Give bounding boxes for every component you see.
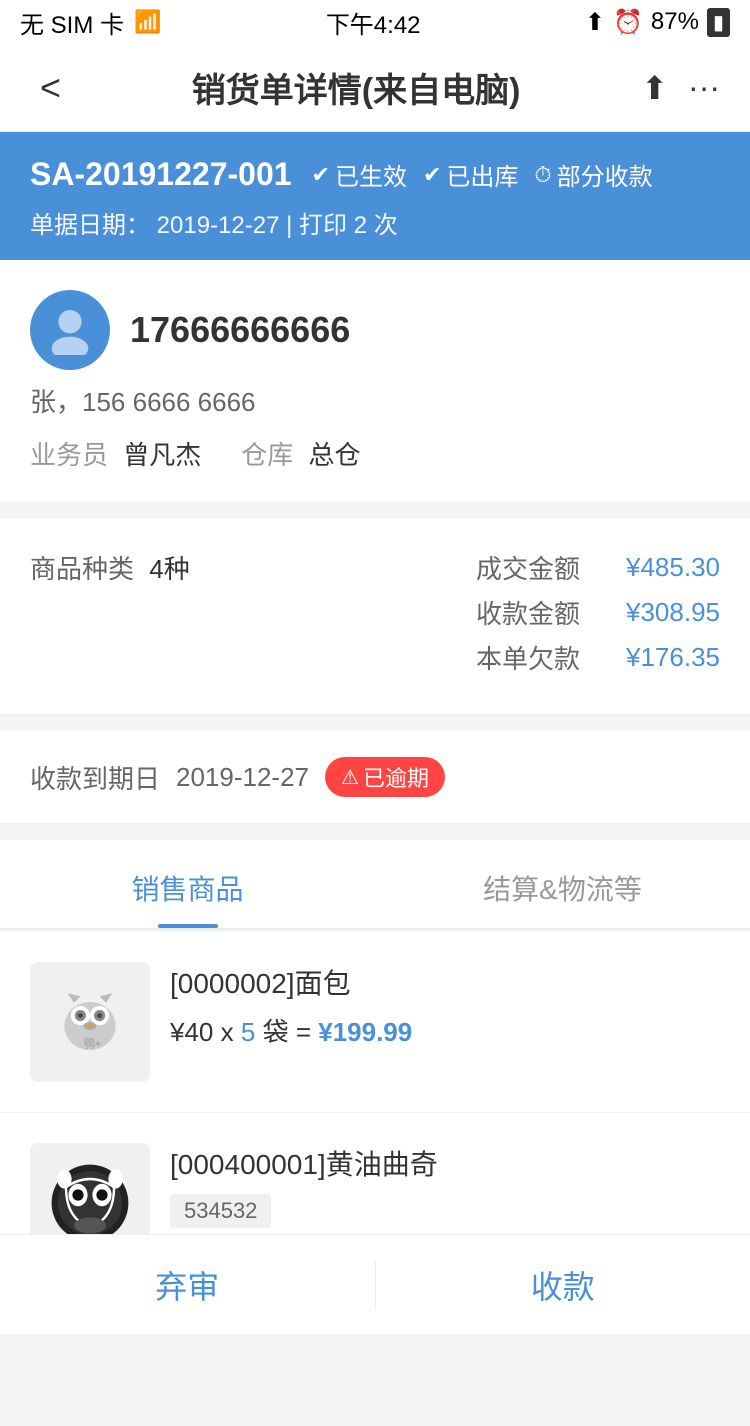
- product-price-1: ¥40 x 5 袋 = ¥199.99: [170, 1012, 720, 1049]
- customer-row: 17666666666: [30, 290, 720, 370]
- customer-info: 张，156 6666 6666: [30, 382, 720, 419]
- amounts: 成交金额 ¥485.30 收款金额 ¥308.95 本单欠款 ¥176.35: [476, 549, 720, 684]
- print-suffix: 次: [374, 212, 398, 239]
- check-icon-1: ✔: [312, 162, 330, 188]
- product-type-value: 4种: [149, 554, 189, 584]
- product-name-1: [0000002]面包: [170, 962, 720, 1002]
- status-right: ⬆ ⏰ 87% ▮: [585, 8, 730, 37]
- owed-value: ¥176.35: [600, 642, 720, 673]
- nav-actions: ⬆ ···: [641, 69, 720, 107]
- product-name-2: [000400001]黄油曲奇: [170, 1143, 720, 1183]
- location-icon: ⬆: [585, 8, 605, 37]
- alarm-icon: ⏰: [613, 8, 643, 37]
- meta-row: 业务员 曾凡杰 仓库 总仓: [30, 435, 720, 472]
- received-amount-row: 收款金额 ¥308.95: [476, 594, 720, 631]
- tab-bar: 销售商品 结算&物流等: [0, 840, 750, 930]
- status-left: 无 SIM 卡 📶: [20, 5, 161, 40]
- print-label: | 打印: [286, 212, 347, 239]
- check-icon-2: ✔: [423, 162, 441, 188]
- warning-icon: ⚠: [341, 765, 359, 790]
- confirm-button[interactable]: 收款: [376, 1242, 750, 1328]
- tab-settlement[interactable]: 结算&物流等: [375, 840, 750, 928]
- sales-name: 曾凡杰: [123, 440, 201, 470]
- order-id-row: SA-20191227-001 ✔ 已生效 ✔ 已出库 ⏱ 部分收款: [30, 156, 720, 193]
- product-item-1: 鸮+ [0000002]面包 ¥40 x 5 袋 = ¥199.99: [0, 932, 750, 1113]
- received-value: ¥308.95: [600, 597, 720, 628]
- warehouse-label: 仓库 总仓: [241, 435, 360, 472]
- wifi-icon: 📶: [134, 9, 161, 35]
- warehouse-name: 总仓: [309, 440, 361, 470]
- product-info-1: [0000002]面包 ¥40 x 5 袋 = ¥199.99: [170, 962, 720, 1049]
- summary-section: 商品种类 4种 成交金额 ¥485.30 收款金额 ¥308.95 本单欠款 ¥…: [0, 519, 750, 715]
- time-text: 下午4:42: [326, 5, 421, 40]
- due-date: 2019-12-27: [176, 762, 309, 793]
- date-row: 单据日期： 2019-12-27 | 打印 2 次: [30, 205, 720, 240]
- customer-phone: 17666666666: [130, 309, 350, 351]
- clock-icon: ⏱: [534, 162, 551, 188]
- deal-amount-row: 成交金额 ¥485.30: [476, 549, 720, 586]
- due-section: 收款到期日 2019-12-27 ⚠ 已逾期: [0, 731, 750, 824]
- overdue-badge: ⚠ 已逾期: [325, 757, 445, 797]
- export-icon[interactable]: ⬆: [641, 69, 668, 107]
- avatar: [30, 290, 110, 370]
- page-title: 销货单详情(来自电脑): [192, 63, 521, 112]
- bottom-bar: 弃审 收款: [0, 1234, 750, 1334]
- badge-partial: ⏱ 部分收款: [534, 157, 652, 192]
- more-icon[interactable]: ···: [688, 69, 720, 106]
- cancel-button[interactable]: 弃审: [0, 1242, 375, 1328]
- badge-effective: ✔ 已生效: [312, 157, 407, 192]
- product-thumb-1: 鸮+: [30, 962, 150, 1082]
- status-bar: 无 SIM 卡 📶 下午4:42 ⬆ ⏰ 87% ▮: [0, 0, 750, 44]
- sales-label: 业务员 曾凡杰: [30, 435, 201, 472]
- owed-amount-row: 本单欠款 ¥176.35: [476, 639, 720, 676]
- svg-text:鸮+: 鸮+: [84, 1037, 102, 1051]
- back-button[interactable]: <: [30, 57, 71, 119]
- header-banner: SA-20191227-001 ✔ 已生效 ✔ 已出库 ⏱ 部分收款 单据日期：…: [0, 132, 750, 260]
- battery-icon: ▮: [707, 8, 730, 37]
- order-id: SA-20191227-001: [30, 156, 292, 193]
- tab-products[interactable]: 销售商品: [0, 840, 375, 928]
- print-count: 2: [354, 212, 367, 239]
- deal-amount-value: ¥485.30: [600, 552, 720, 583]
- received-label: 收款金额: [476, 594, 580, 631]
- nav-bar: < 销货单详情(来自电脑) ⬆ ···: [0, 44, 750, 132]
- battery-text: 87%: [651, 8, 699, 36]
- deal-amount-label: 成交金额: [476, 549, 580, 586]
- badge-shipped: ✔ 已出库: [423, 157, 518, 192]
- carrier-text: 无 SIM 卡: [20, 5, 124, 40]
- date-label: 单据日期：: [30, 212, 150, 239]
- due-label: 收款到期日: [30, 759, 160, 796]
- product-batch: 534532: [170, 1194, 271, 1228]
- product-type: 商品种类 4种: [30, 549, 190, 586]
- customer-section: 17666666666 张，156 6666 6666 业务员 曾凡杰 仓库 总…: [0, 260, 750, 503]
- order-date: 2019-12-27: [157, 212, 280, 239]
- status-badges: ✔ 已生效 ✔ 已出库 ⏱ 部分收款: [312, 157, 653, 192]
- owed-label: 本单欠款: [476, 639, 580, 676]
